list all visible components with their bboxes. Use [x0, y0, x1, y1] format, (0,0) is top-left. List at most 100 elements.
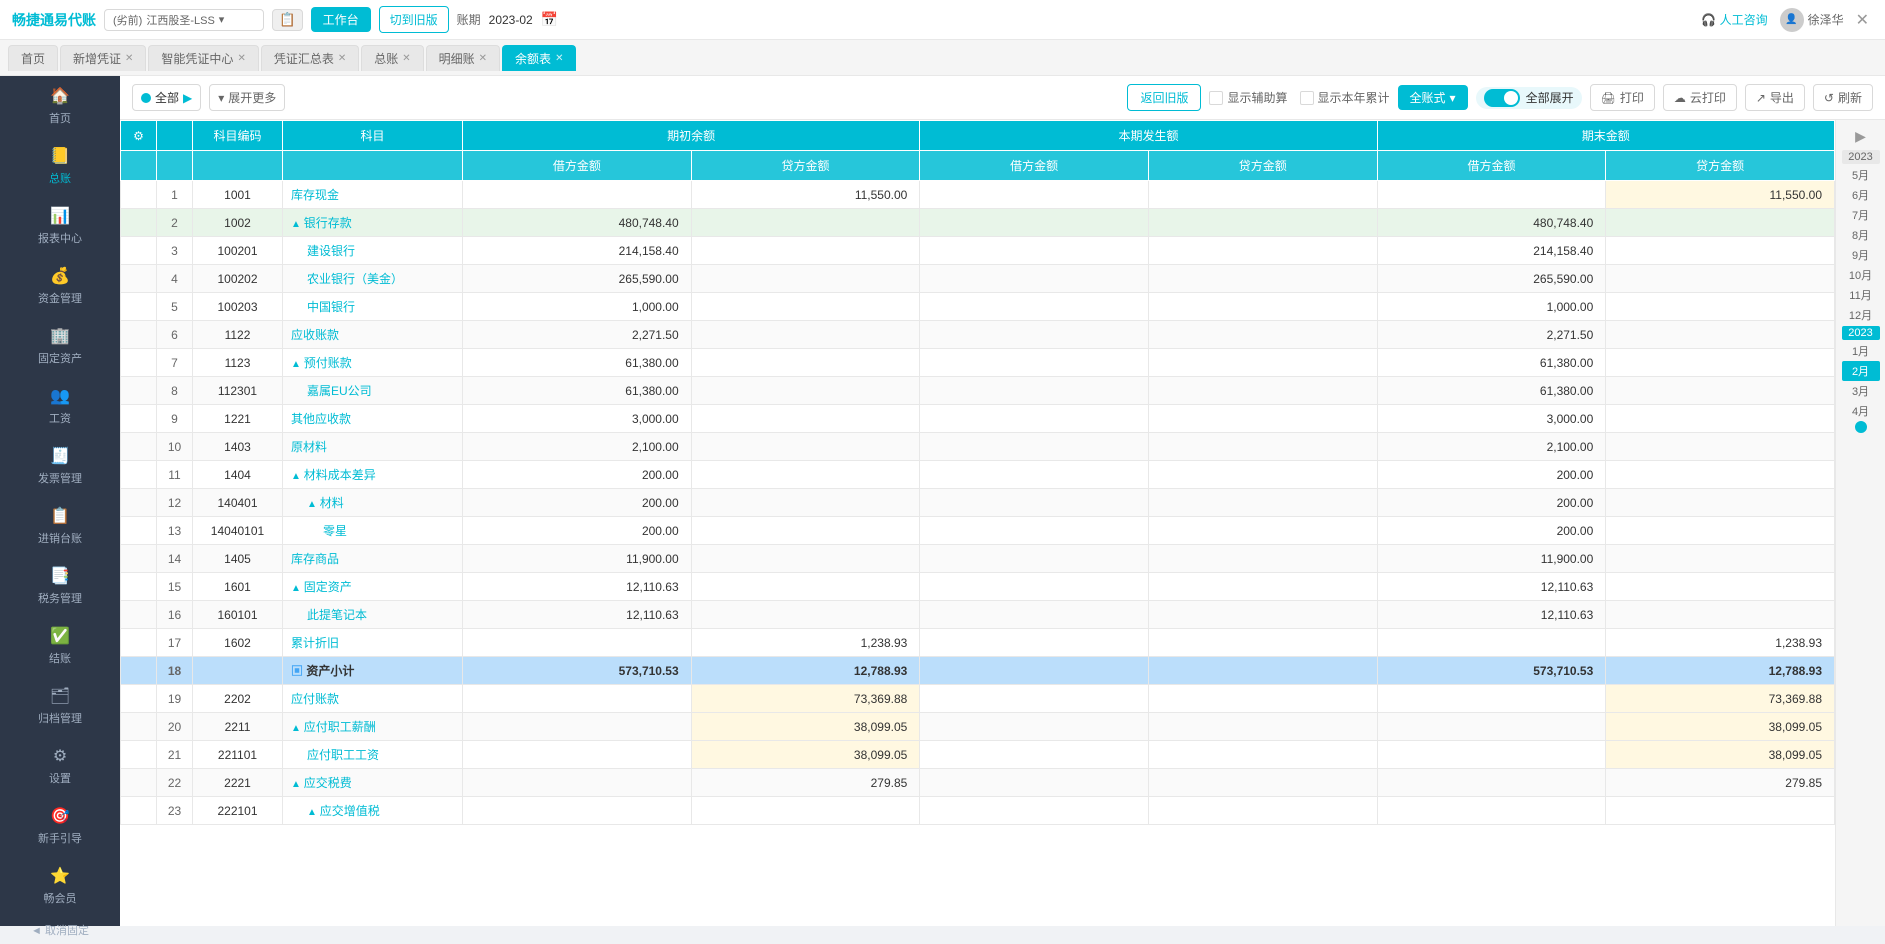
- row-name[interactable]: ▲ 固定资产: [283, 573, 463, 601]
- month-6[interactable]: 6月: [1842, 185, 1880, 205]
- row-name[interactable]: 嘉属EU公司: [283, 377, 463, 405]
- account-name-link[interactable]: 材料: [320, 496, 344, 510]
- tab-detail-close[interactable]: ✕: [479, 53, 487, 64]
- account-name-link[interactable]: 银行存款: [304, 216, 352, 230]
- tab-voucher-summary-close[interactable]: ✕: [338, 53, 346, 64]
- account-name-link[interactable]: 应交税费: [304, 776, 352, 790]
- month-12[interactable]: 12月: [1842, 305, 1880, 325]
- tab-home[interactable]: 首页: [8, 45, 58, 71]
- sidebar-item-ledger[interactable]: 📒 总账: [0, 136, 120, 196]
- tab-ledger-close[interactable]: ✕: [402, 53, 410, 64]
- row-name[interactable]: 建设银行: [283, 237, 463, 265]
- row-name[interactable]: 其他应收款: [283, 405, 463, 433]
- consult-link[interactable]: 🎧 人工咨询: [1701, 11, 1767, 28]
- row-name[interactable]: ▲ 银行存款: [283, 209, 463, 237]
- workbench-button[interactable]: 工作台: [311, 7, 371, 32]
- month-8[interactable]: 8月: [1842, 225, 1880, 245]
- month-5[interactable]: 5月: [1842, 165, 1880, 185]
- account-name-link[interactable]: 材料成本差异: [304, 468, 376, 482]
- sidebar-pin-toggle[interactable]: ◄ 取消固定: [0, 916, 120, 944]
- row-name[interactable]: ▲ 应交增值税: [283, 797, 463, 825]
- switch-version-button[interactable]: 切到旧版: [379, 6, 449, 33]
- tab-voucher-summary[interactable]: 凭证汇总表 ✕: [261, 45, 359, 71]
- row-name[interactable]: ▲ 材料成本差异: [283, 461, 463, 489]
- expand-panel-button[interactable]: ▶: [1851, 124, 1870, 149]
- month-7[interactable]: 7月: [1842, 205, 1880, 225]
- row-name[interactable]: ▣ 资产小计: [283, 657, 463, 685]
- tab-detail[interactable]: 明细账 ✕: [426, 45, 500, 71]
- row-name[interactable]: 原材料: [283, 433, 463, 461]
- refresh-button[interactable]: ↺ 刷新: [1813, 84, 1873, 111]
- tab-ledger[interactable]: 总账 ✕: [361, 45, 423, 71]
- table-settings-icon[interactable]: ⚙: [133, 129, 144, 143]
- sidebar-item-guide[interactable]: 🎯 新手引导: [0, 796, 120, 856]
- sidebar-item-member[interactable]: ⭐ 畅会员: [0, 856, 120, 916]
- row-name[interactable]: 应收账款: [283, 321, 463, 349]
- account-name-link[interactable]: 库存商品: [291, 552, 339, 566]
- show-ytd-checkbox[interactable]: 显示本年累计: [1300, 89, 1390, 106]
- account-name-link[interactable]: 应付职工工资: [307, 748, 379, 762]
- account-name-link[interactable]: 零星: [323, 524, 347, 538]
- row-name[interactable]: 此提笔记本: [283, 601, 463, 629]
- account-name-link[interactable]: 建设银行: [307, 244, 355, 258]
- sidebar-item-settings[interactable]: ⚙ 设置: [0, 736, 120, 796]
- copy-button[interactable]: 📋: [272, 9, 303, 31]
- month-10[interactable]: 10月: [1842, 265, 1880, 285]
- row-name[interactable]: 库存商品: [283, 545, 463, 573]
- month-3[interactable]: 3月: [1842, 381, 1880, 401]
- sidebar-item-settle[interactable]: ✅ 结账: [0, 616, 120, 676]
- account-name-link[interactable]: 此提笔记本: [307, 608, 367, 622]
- toggle-switch[interactable]: [1484, 89, 1520, 107]
- account-name-link[interactable]: 预付账款: [304, 356, 352, 370]
- account-name-link[interactable]: 农业银行（美金）: [307, 272, 403, 286]
- expand-all-toggle[interactable]: 全部展开: [1476, 87, 1582, 109]
- timeline-dot-active[interactable]: [1855, 421, 1867, 433]
- show-aux-checkbox[interactable]: 显示辅助算: [1209, 89, 1287, 106]
- year-2023-active[interactable]: 2023: [1842, 326, 1880, 340]
- close-window-icon[interactable]: ✕: [1852, 10, 1873, 30]
- sidebar-item-payroll[interactable]: 👥 工资: [0, 376, 120, 436]
- month-4[interactable]: 4月: [1842, 401, 1880, 421]
- full-mode-button[interactable]: 全账式 ▾: [1398, 85, 1468, 110]
- account-name-link[interactable]: 固定资产: [304, 580, 352, 594]
- account-name-link[interactable]: 应付账款: [291, 692, 339, 706]
- tab-new-voucher[interactable]: 新增凭证 ✕: [60, 45, 146, 71]
- expand-button[interactable]: ▾ 展开更多: [209, 84, 285, 111]
- account-name-link[interactable]: 应交增值税: [320, 804, 380, 818]
- row-name[interactable]: 零星: [283, 517, 463, 545]
- row-name[interactable]: ▲ 应交税费: [283, 769, 463, 797]
- row-name[interactable]: 累计折旧: [283, 629, 463, 657]
- account-name-link[interactable]: 原材料: [291, 440, 327, 454]
- sidebar-item-invoice[interactable]: 🧾 发票管理: [0, 436, 120, 496]
- account-name-link[interactable]: 嘉属EU公司: [307, 384, 372, 398]
- cloud-print-button[interactable]: ☁ 云打印: [1663, 84, 1737, 111]
- filter-all[interactable]: 全部 ▶: [132, 84, 201, 111]
- tab-balance-close[interactable]: ✕: [555, 53, 563, 64]
- return-old-version-button[interactable]: 返回旧版: [1127, 84, 1201, 111]
- account-name-link[interactable]: 中国银行: [307, 300, 355, 314]
- account-name-link[interactable]: 应收账款: [291, 328, 339, 342]
- sidebar-item-assets[interactable]: 🏢 固定资产: [0, 316, 120, 376]
- tab-new-voucher-close[interactable]: ✕: [125, 53, 133, 64]
- account-name-link[interactable]: 库存现金: [291, 188, 339, 202]
- year-2023-first[interactable]: 2023: [1842, 150, 1880, 164]
- account-name-link[interactable]: 其他应收款: [291, 412, 351, 426]
- sidebar-item-capital[interactable]: 💰 资金管理: [0, 256, 120, 316]
- user-menu[interactable]: 👤 徐泽华: [1780, 8, 1844, 32]
- month-9[interactable]: 9月: [1842, 245, 1880, 265]
- row-name[interactable]: ▲ 预付账款: [283, 349, 463, 377]
- row-name[interactable]: 应付职工工资: [283, 741, 463, 769]
- account-name-link[interactable]: 应付职工薪酬: [304, 720, 376, 734]
- tab-smart-voucher[interactable]: 智能凭证中心 ✕: [148, 45, 258, 71]
- sidebar-item-archive[interactable]: 🗂 归档管理: [0, 676, 120, 736]
- row-name[interactable]: ▲ 应付职工薪酬: [283, 713, 463, 741]
- tab-smart-voucher-close[interactable]: ✕: [237, 53, 245, 64]
- export-button[interactable]: ↗ 导出: [1745, 84, 1805, 111]
- sidebar-item-report[interactable]: 📊 报表中心: [0, 196, 120, 256]
- month-11[interactable]: 11月: [1842, 285, 1880, 305]
- row-name[interactable]: 应付账款: [283, 685, 463, 713]
- account-name-link[interactable]: 累计折旧: [291, 636, 339, 650]
- sidebar-item-home[interactable]: 🏠 首页: [0, 76, 120, 136]
- company-selector[interactable]: (劣前) 江西股圣-LSS ▾: [104, 9, 264, 31]
- sidebar-item-purchase[interactable]: 📋 进销台账: [0, 496, 120, 556]
